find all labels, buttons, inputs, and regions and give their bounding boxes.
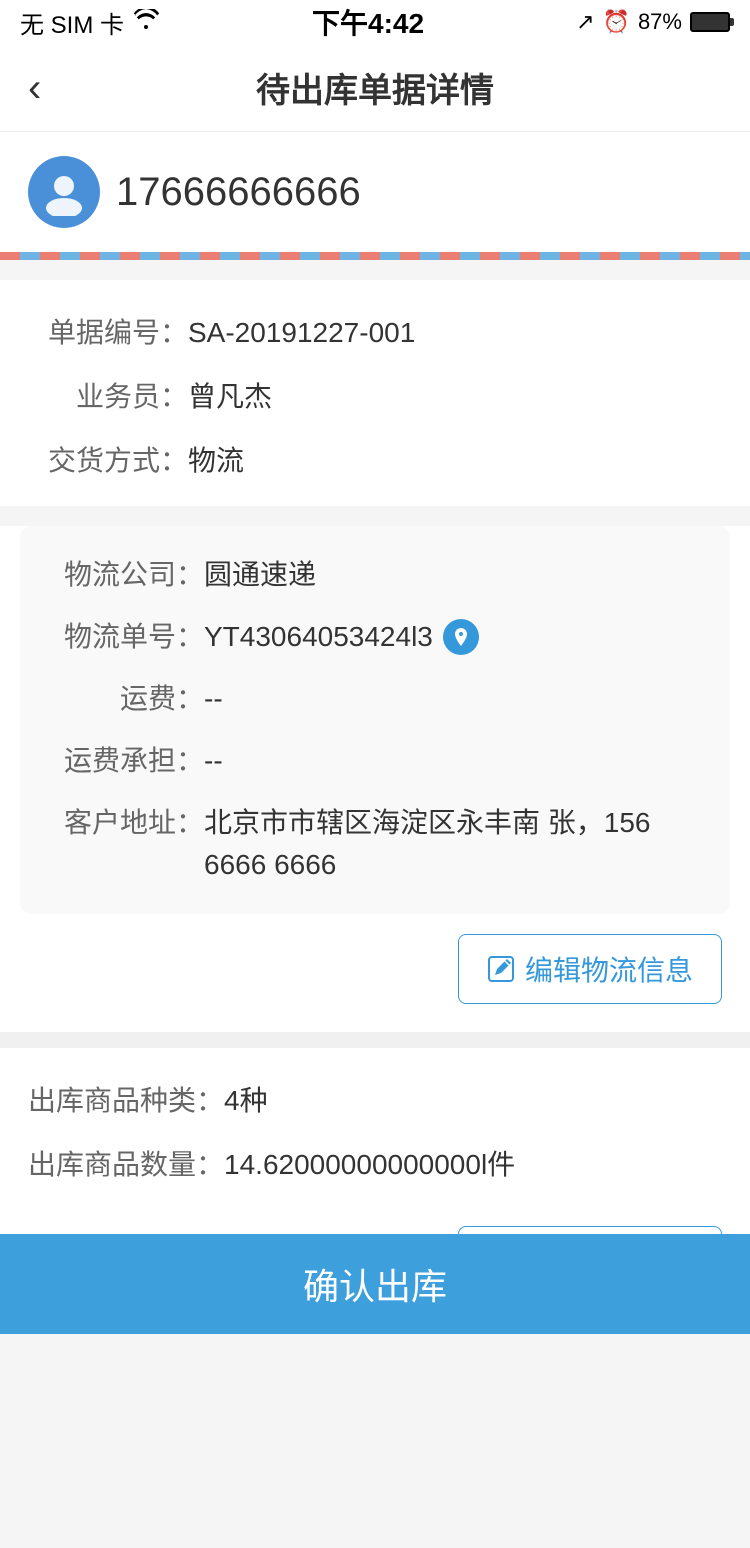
goods-types-value: 4种 [224,1080,722,1122]
order-number-value: SA-20191227-001 [188,312,722,354]
content-spacer [0,1328,750,1448]
delivery-method-label: 交货方式： [28,440,188,482]
freight-bearer-value: -- [204,740,706,782]
separator-1 [0,1032,750,1048]
battery-icon [690,12,730,32]
logistics-company-value: 圆通速递 [204,554,706,596]
logistics-card: 物流公司： 圆通速递 物流单号： YT43064053424l3 [20,526,730,914]
tracking-location-icon[interactable] [443,619,479,655]
battery-label: 87% [638,9,682,35]
logistics-wrapper: 物流公司： 圆通速递 物流单号： YT43064053424l3 [0,526,750,1032]
nav-bar: ‹ 待出库单据详情 [0,44,750,132]
order-number-label: 单据编号： [28,312,188,354]
order-number-row: 单据编号： SA-20191227-001 [28,312,722,354]
content-area: 17666666666 单据编号： SA-20191227-001 业务员： 曾… [0,132,750,1548]
freight-label: 运费： [44,678,204,720]
logistics-tracking-label: 物流单号： [44,616,204,658]
confirm-button[interactable]: 确认出库 [0,1234,750,1334]
goods-section: 出库商品种类： 4种 出库商品数量： 14.62000000000000l件 [0,1048,750,1210]
user-avatar [28,156,100,228]
delivery-method-value: 物流 [188,440,722,482]
status-left: 无 SIM 卡 [20,5,160,40]
logistics-tracking-row: 物流单号： YT43064053424l3 [44,616,706,658]
location-status-icon: ↗ [576,9,594,35]
goods-types-label: 出库商品种类： [28,1080,224,1122]
page-title: 待出库单据详情 [256,63,494,112]
freight-value: -- [204,678,706,720]
goods-types-row: 出库商品种类： 4种 [28,1080,722,1122]
status-bar: 无 SIM 卡 下午4:42 ↗ ⏰ 87% [0,0,750,44]
carrier-label: 无 SIM 卡 [20,5,124,40]
freight-bearer-row: 运费承担： -- [44,740,706,782]
goods-quantity-value: 14.62000000000000l件 [224,1144,722,1186]
freight-row: 运费： -- [44,678,706,720]
sales-rep-row: 业务员： 曾凡杰 [28,376,722,418]
order-info-section: 单据编号： SA-20191227-001 业务员： 曾凡杰 交货方式： 物流 [0,280,750,506]
logistics-company-row: 物流公司： 圆通速递 [44,554,706,596]
edit-logistics-button[interactable]: 编辑物流信息 [458,934,722,1004]
wifi-icon [132,8,160,36]
status-time: 下午4:42 [312,2,424,42]
dashed-divider [0,252,750,260]
back-button[interactable]: ‹ [28,68,41,108]
delivery-method-row: 交货方式： 物流 [28,440,722,482]
address-label: 客户地址： [44,802,204,844]
goods-quantity-label: 出库商品数量： [28,1144,224,1186]
freight-bearer-label: 运费承担： [44,740,204,782]
sales-rep-value: 曾凡杰 [188,376,722,418]
logistics-tracking-value: YT43064053424l3 [204,616,706,658]
logistics-company-label: 物流公司： [44,554,204,596]
goods-quantity-row: 出库商品数量： 14.62000000000000l件 [28,1144,722,1186]
confirm-bar: 确认出库 [0,1234,750,1334]
alarm-icon: ⏰ [603,9,630,35]
user-card: 17666666666 [0,132,750,252]
sales-rep-label: 业务员： [28,376,188,418]
edit-logistics-row: 编辑物流信息 [0,914,750,1032]
address-value: 北京市市辖区海淀区永丰南 张，156 6666 6666 [204,802,706,886]
address-row: 客户地址： 北京市市辖区海淀区永丰南 张，156 6666 6666 [44,802,706,886]
user-phone: 17666666666 [116,170,361,215]
page-container: 无 SIM 卡 下午4:42 ↗ ⏰ 87% ‹ 待出库单据详情 [0,0,750,1548]
status-right: ↗ ⏰ 87% [576,9,730,35]
